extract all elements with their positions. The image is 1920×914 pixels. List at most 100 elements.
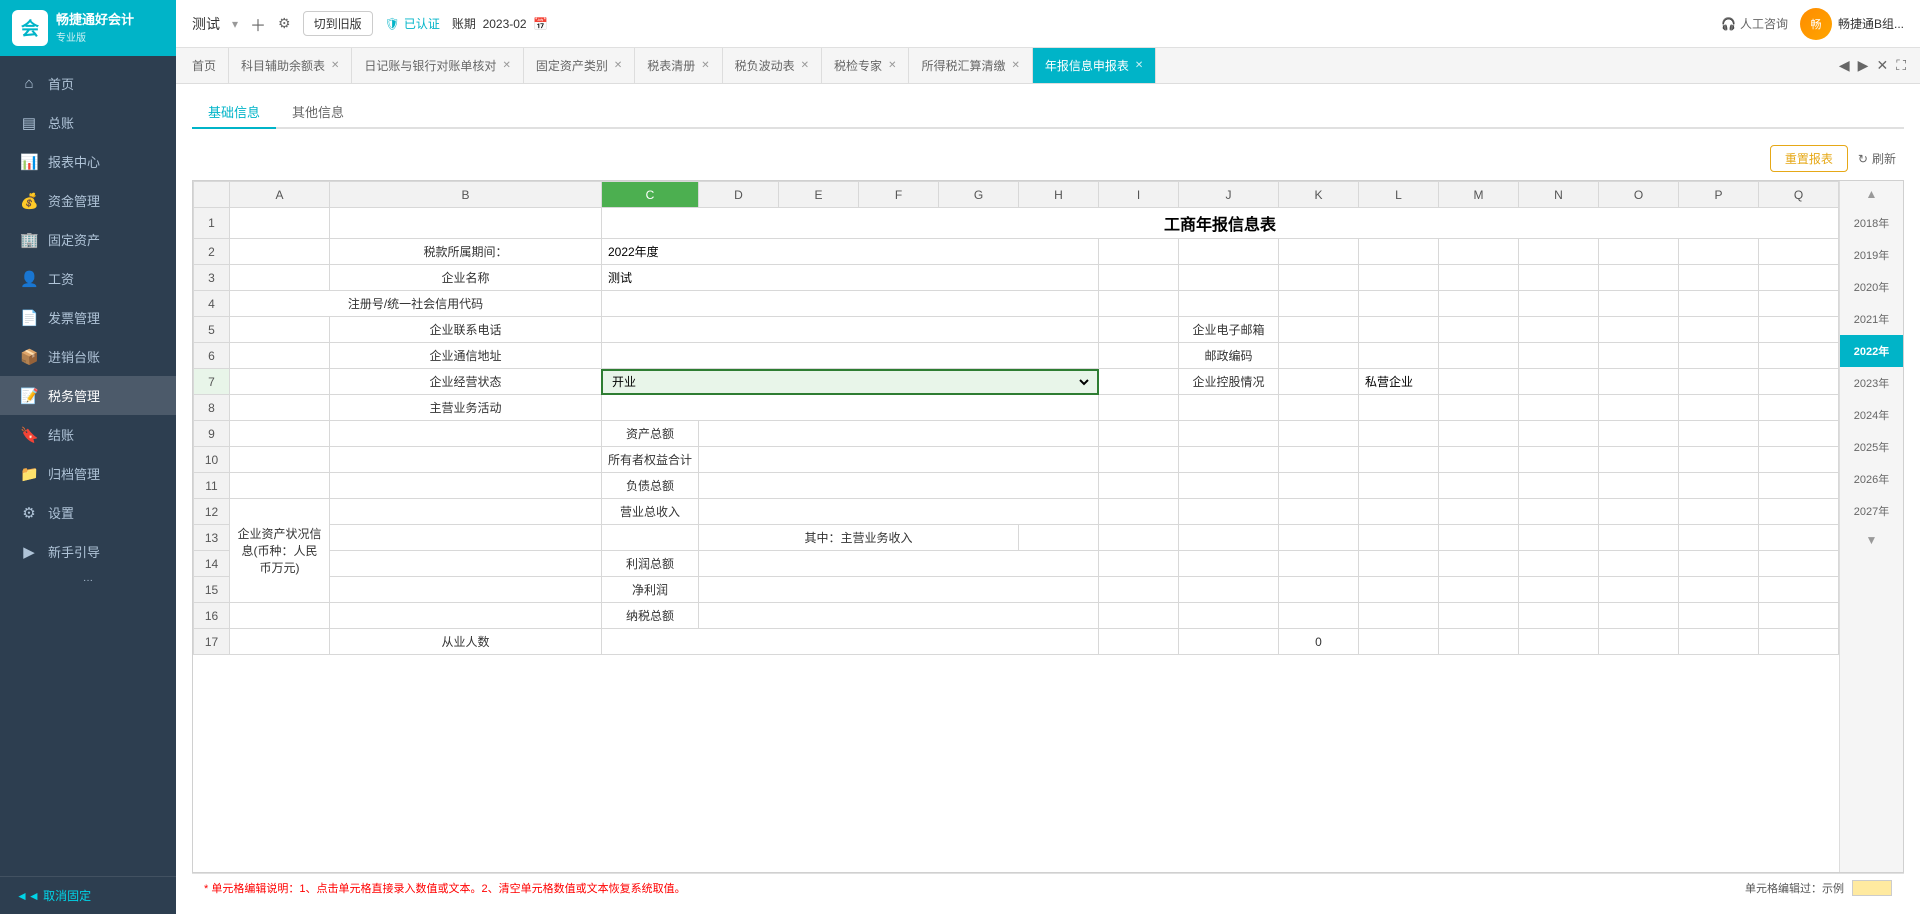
cell-16-m[interactable] (1439, 603, 1519, 629)
reset-report-button[interactable]: 重置报表 (1770, 145, 1848, 172)
customer-service-button[interactable]: 🎧 人工咨询 (1721, 15, 1788, 32)
cell-17-c[interactable] (601, 629, 1098, 655)
cell-11-j[interactable] (1179, 473, 1279, 499)
cell-9-l[interactable] (1359, 421, 1439, 447)
year-item-2019[interactable]: 2019年 (1840, 239, 1903, 271)
cell-10-i[interactable] (1099, 447, 1179, 473)
cell-2-j[interactable] (1179, 239, 1279, 265)
cell-15-m[interactable] (1439, 577, 1519, 603)
cell-4-n[interactable] (1519, 291, 1599, 317)
cell-11-p[interactable] (1679, 473, 1759, 499)
cell-2-l[interactable] (1359, 239, 1439, 265)
year-item-2027[interactable]: 2027年 (1840, 495, 1903, 527)
cell-1-title[interactable]: 工商年报信息表 (601, 208, 1838, 239)
cell-13-m[interactable] (1439, 525, 1519, 551)
cell-9-k[interactable] (1279, 421, 1359, 447)
cell-5-o[interactable] (1599, 317, 1679, 343)
cell-5-j[interactable]: 企业电子邮箱 (1179, 317, 1279, 343)
cell-9-m[interactable] (1439, 421, 1519, 447)
cell-9-d[interactable] (699, 421, 1099, 447)
cell-2-p[interactable] (1679, 239, 1759, 265)
cell-3-l[interactable] (1359, 265, 1439, 291)
cell-16-o[interactable] (1599, 603, 1679, 629)
cell-10-q[interactable] (1759, 447, 1839, 473)
cell-11-a[interactable] (230, 473, 330, 499)
sidebar-item-report-center[interactable]: 📊 报表中心 (0, 142, 176, 181)
cell-17-m[interactable] (1439, 629, 1519, 655)
cell-14-d[interactable] (699, 551, 1099, 577)
cell-10-p[interactable] (1679, 447, 1759, 473)
cell-14-n[interactable] (1519, 551, 1599, 577)
cell-14-c[interactable]: 利润总额 (601, 551, 698, 577)
year-item-2020[interactable]: 2020年 (1840, 271, 1903, 303)
cell-17-p[interactable] (1679, 629, 1759, 655)
cell-14-q[interactable] (1759, 551, 1839, 577)
cell-12-c[interactable]: 营业总收入 (601, 499, 698, 525)
cell-8-k[interactable] (1279, 395, 1359, 421)
cell-11-k[interactable] (1279, 473, 1359, 499)
cell-11-q[interactable] (1759, 473, 1839, 499)
cell-16-d[interactable] (699, 603, 1099, 629)
cell-14-b[interactable] (330, 551, 602, 577)
sidebar-item-tax-management[interactable]: 📝 税务管理 (0, 376, 176, 415)
cell-11-m[interactable] (1439, 473, 1519, 499)
cell-3-n[interactable] (1519, 265, 1599, 291)
cell-16-j[interactable] (1179, 603, 1279, 629)
cell-12-b[interactable] (330, 499, 602, 525)
tab-next-icon[interactable]: ▶ (1856, 55, 1871, 76)
cell-11-b[interactable] (330, 473, 602, 499)
cell-14-k[interactable] (1279, 551, 1359, 577)
cell-6-n[interactable] (1519, 343, 1599, 369)
cell-13-b[interactable] (330, 525, 602, 551)
cell-6-p[interactable] (1679, 343, 1759, 369)
cell-4-p[interactable] (1679, 291, 1759, 317)
cell-17-l[interactable] (1359, 629, 1439, 655)
cell-8-c[interactable] (601, 395, 1098, 421)
cell-9-a[interactable] (230, 421, 330, 447)
cell-2-o[interactable] (1599, 239, 1679, 265)
sidebar-item-invoice[interactable]: 📄 发票管理 (0, 298, 176, 337)
tab-close-icon[interactable]: ✕ (502, 60, 510, 71)
cell-7-b[interactable]: 企业经营状态 (330, 369, 602, 395)
tab-home[interactable]: 首页 (180, 48, 229, 84)
cell-13-q[interactable] (1759, 525, 1839, 551)
cell-15-n[interactable] (1519, 577, 1599, 603)
cell-15-b[interactable] (330, 577, 602, 603)
cell-9-p[interactable] (1679, 421, 1759, 447)
cell-15-q[interactable] (1759, 577, 1839, 603)
sidebar-item-settlement[interactable]: 🔖 结账 (0, 415, 176, 454)
cell-7-o[interactable] (1599, 369, 1679, 395)
cell-3-k[interactable] (1279, 265, 1359, 291)
cell-11-c[interactable]: 负债总额 (601, 473, 698, 499)
subtab-other-info[interactable]: 其他信息 (276, 96, 360, 129)
cell-2-q[interactable] (1759, 239, 1839, 265)
cell-16-a[interactable] (230, 603, 330, 629)
cell-16-i[interactable] (1099, 603, 1179, 629)
tab-income-tax[interactable]: 所得税汇算清缴 ✕ (909, 48, 1032, 84)
cell-13-i[interactable] (1099, 525, 1179, 551)
cell-7-q[interactable] (1759, 369, 1839, 395)
sidebar-item-archive[interactable]: 📁 归档管理 (0, 454, 176, 493)
year-item-2024[interactable]: 2024年 (1840, 399, 1903, 431)
cell-6-c[interactable] (601, 343, 1098, 369)
cell-3-o[interactable] (1599, 265, 1679, 291)
cell-14-m[interactable] (1439, 551, 1519, 577)
cell-17-o[interactable] (1599, 629, 1679, 655)
cell-15-d[interactable] (699, 577, 1099, 603)
tab-tax-expert[interactable]: 税检专家 ✕ (822, 48, 909, 84)
cell-10-k[interactable] (1279, 447, 1359, 473)
cell-17-j[interactable] (1179, 629, 1279, 655)
cell-2-n[interactable] (1519, 239, 1599, 265)
cell-15-o[interactable] (1599, 577, 1679, 603)
cell-12-j[interactable] (1179, 499, 1279, 525)
cell-12-p[interactable] (1679, 499, 1759, 525)
tab-close-icon[interactable]: ✕ (701, 60, 709, 71)
year-item-2021[interactable]: 2021年 (1840, 303, 1903, 335)
tab-expand-icon[interactable]: ⛶ (1894, 55, 1908, 76)
cell-15-k[interactable] (1279, 577, 1359, 603)
sidebar-item-fixed-assets[interactable]: 🏢 固定资产 (0, 220, 176, 259)
sidebar-item-fund-management[interactable]: 💰 资金管理 (0, 181, 176, 220)
cell-3-p[interactable] (1679, 265, 1759, 291)
cell-1-a[interactable] (230, 208, 330, 239)
cell-6-l[interactable] (1359, 343, 1439, 369)
